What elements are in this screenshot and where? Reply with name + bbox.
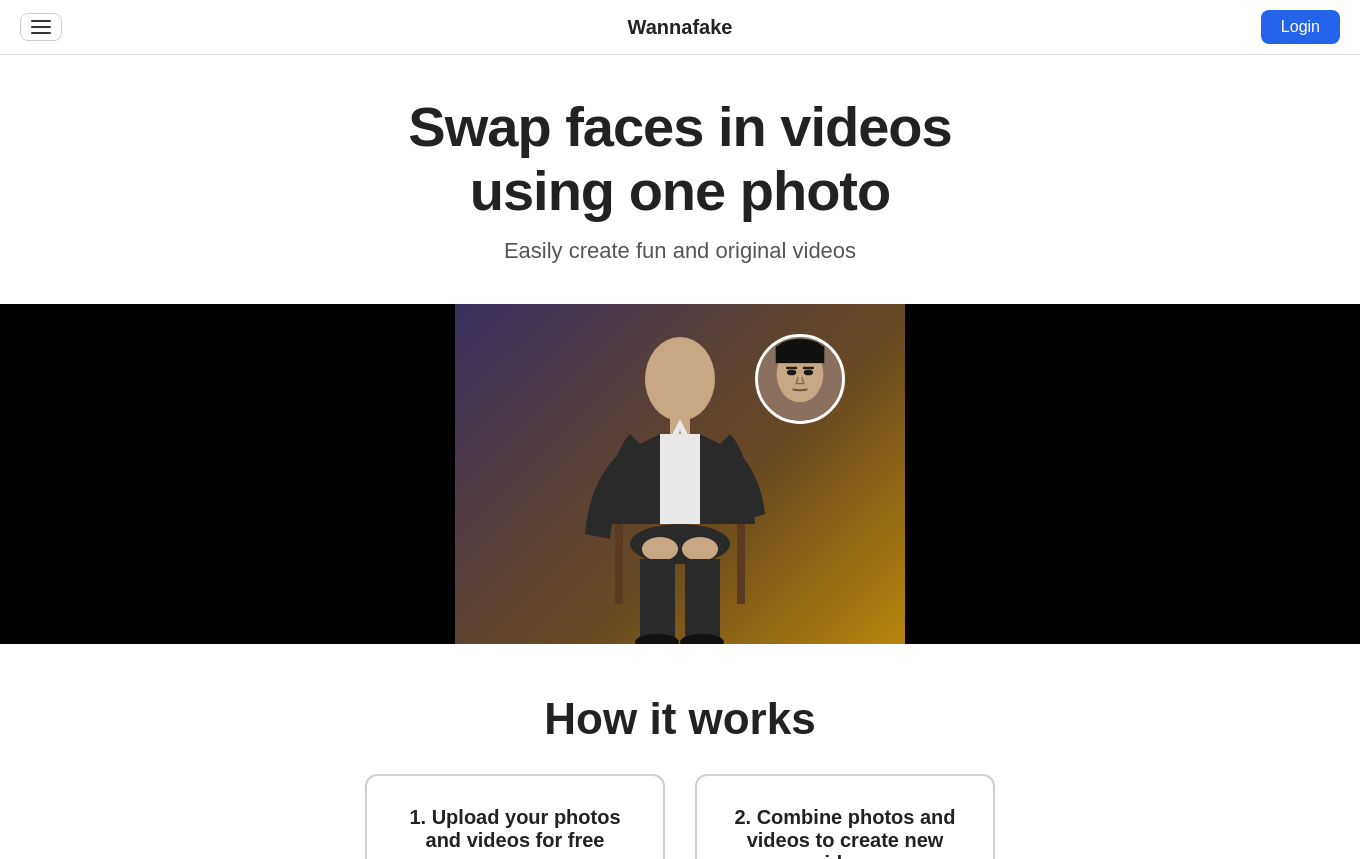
video-demo [0,304,1360,644]
how-it-works-title: How it works [20,694,1340,744]
svg-rect-19 [786,367,797,369]
hero-title-line1: Swap faces in videos [408,95,951,158]
card2-title: 2. Combine photos and videos to create n… [721,806,969,859]
hero-subtitle: Easily create fun and original videos [20,238,1340,264]
hero-section: Swap faces in videos using one photo Eas… [0,55,1360,284]
video-center [455,304,905,644]
svg-point-8 [682,537,718,561]
card1-title: 1. Upload your photos and videos for fre… [391,806,639,852]
hamburger-line1 [31,20,51,22]
login-button[interactable]: Login [1261,10,1340,44]
menu-button[interactable] [20,13,62,41]
hamburger-line2 [31,26,51,28]
svg-point-1 [645,337,715,421]
svg-rect-5 [660,434,700,524]
black-left [0,304,455,644]
black-right [905,304,1360,644]
svg-point-18 [804,369,813,375]
hero-title: Swap faces in videos using one photo [20,95,1340,224]
hero-title-line2: using one photo [470,159,890,222]
svg-rect-14 [737,524,745,604]
svg-point-17 [787,369,796,375]
svg-rect-10 [685,559,720,639]
navbar: Wannafake Login [0,0,1360,55]
svg-point-7 [642,537,678,561]
hamburger-line3 [31,32,51,34]
face-svg [758,334,842,424]
svg-rect-22 [776,346,825,363]
svg-rect-20 [803,367,814,369]
how-it-works-section: How it works 1. Upload your photos and v… [0,644,1360,859]
svg-rect-9 [640,559,675,639]
site-title: Wannafake [628,16,733,39]
face-overlay [755,334,845,424]
svg-rect-13 [615,524,623,604]
card-upload: 1. Upload your photos and videos for fre… [365,774,665,859]
card-combine: 2. Combine photos and videos to create n… [695,774,995,859]
cards-row: 1. Upload your photos and videos for fre… [20,774,1340,859]
